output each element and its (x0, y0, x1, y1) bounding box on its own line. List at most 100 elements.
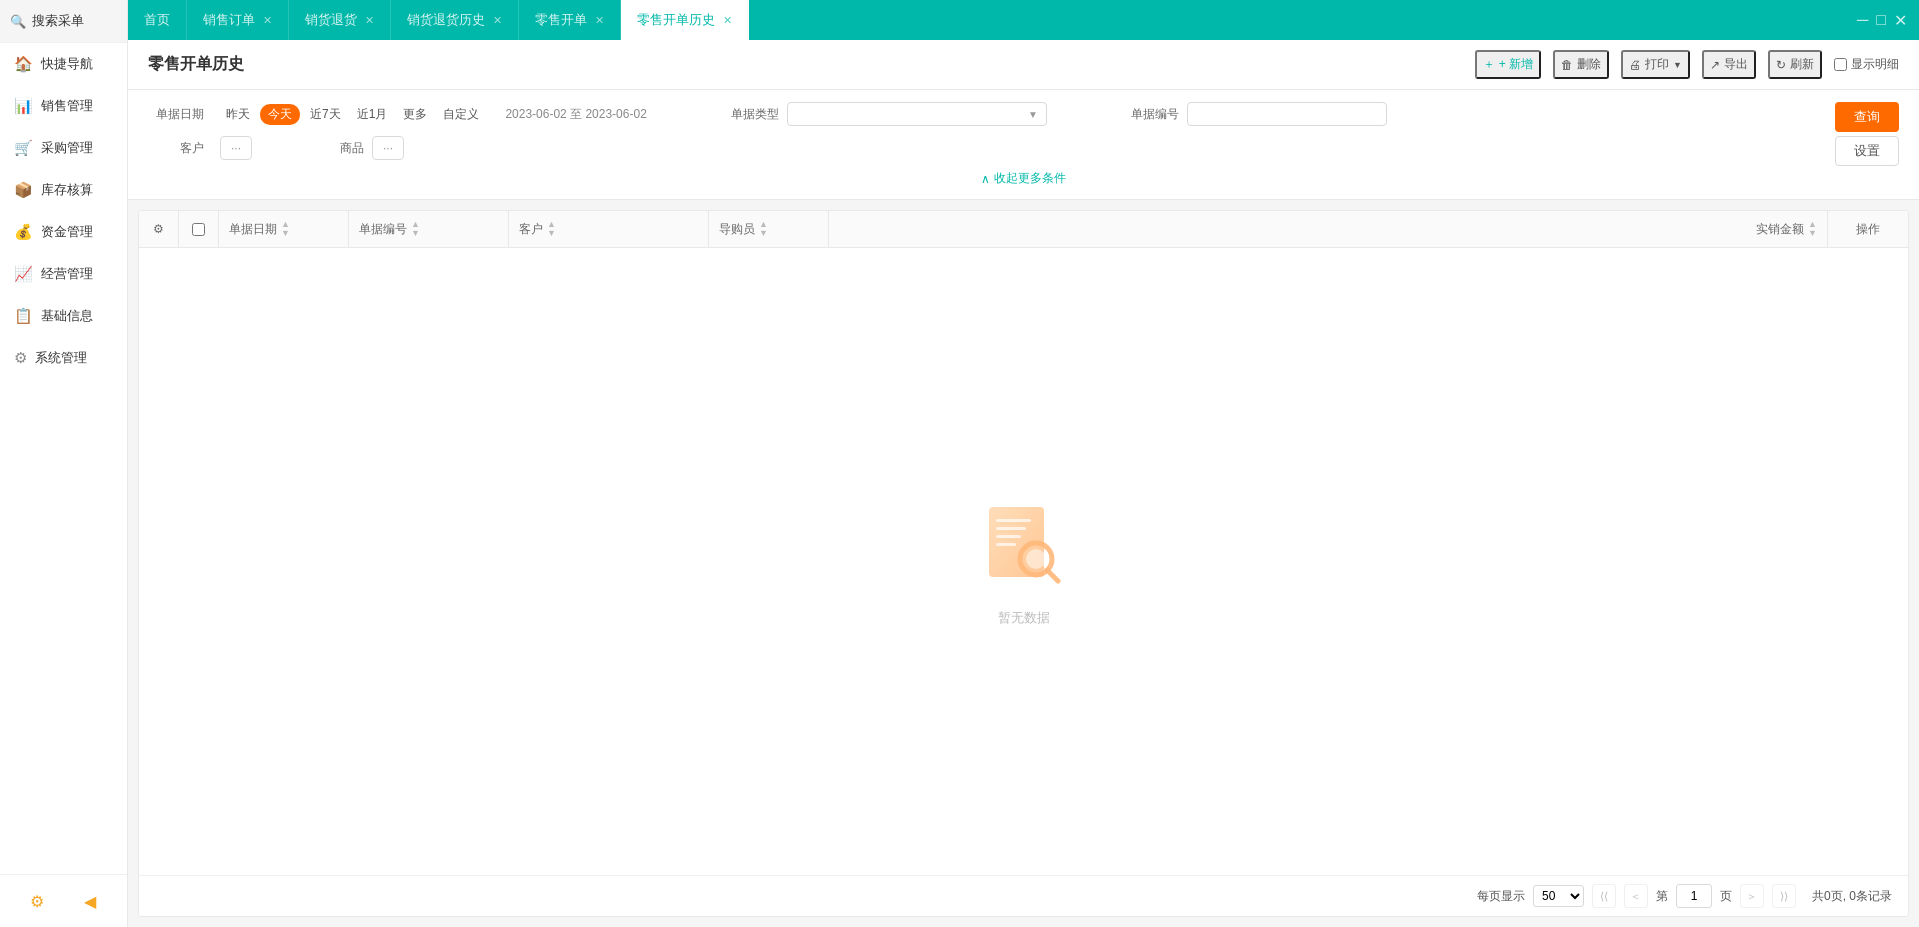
page-next-btn[interactable]: ＞ (1740, 884, 1764, 908)
nav-label-sales: 销售管理 (41, 97, 93, 115)
sidebar-menu: 🏠快捷导航📊销售管理 🛒 采购管理 📦库存核算 💰 资金管理 📈 经营管理 📋基础信息 ⚙ 系统管理 (0, 43, 127, 874)
page-size-label: 每页显示 (1477, 888, 1525, 905)
window-close-btn[interactable]: ✕ (1894, 11, 1907, 30)
tab-sales-return[interactable]: 销货退货 ✕ (289, 0, 391, 40)
tab-sales-return-history[interactable]: 销货退货历史 ✕ (391, 0, 519, 40)
customer-filter-input[interactable]: ··· (220, 136, 252, 160)
main-area: 首页销售订单✕销货退货✕销货退货历史✕零售开单✕零售开单历史✕ ─ □ ✕ 零售… (128, 0, 1919, 927)
refresh-icon: ↻ (1776, 58, 1786, 72)
nav-icon-quick-nav: 🏠 (14, 55, 33, 73)
tab-close-sales-return[interactable]: ✕ (365, 14, 374, 27)
filter-row-date: 单据日期 昨天 今天 近7天 近1月 更多 自定义 2023-06-02 至 2… (148, 102, 1815, 126)
th-settings[interactable]: ⚙ (139, 211, 179, 247)
customer-sort-icon: ▲▼ (547, 220, 556, 238)
th-num[interactable]: 单据编号 ▲▼ (349, 211, 509, 247)
sidebar: 🔍 搜索采单 🏠快捷导航📊销售管理 🛒 采购管理 📦库存核算 💰 资金管理 📈 经营管理 📋基础… (0, 0, 128, 927)
date-more-btn[interactable]: 更多 (397, 104, 433, 125)
add-button[interactable]: ＋ + 新增 (1475, 50, 1541, 79)
svg-rect-1 (996, 519, 1031, 522)
delete-icon: 🗑 (1561, 58, 1573, 72)
type-select[interactable]: 全部 (788, 103, 1046, 125)
window-minimize-btn[interactable]: ─ (1857, 11, 1868, 29)
nav-label-purchase: 采购管理 (41, 139, 93, 157)
goods-filter-input[interactable]: ··· (372, 136, 404, 160)
nav-label-system: 系统管理 (35, 349, 87, 367)
export-icon: ↗ (1710, 58, 1720, 72)
date-yesterday-btn[interactable]: 昨天 (220, 104, 256, 125)
show-detail-checkbox[interactable] (1834, 58, 1847, 71)
th-amount[interactable]: 实销金额 ▲▼ (829, 211, 1828, 247)
date-sort-icon: ▲▼ (281, 220, 290, 238)
sidebar-item-system[interactable]: ⚙ 系统管理 (0, 337, 127, 379)
page-prev-btn[interactable]: ＜ (1624, 884, 1648, 908)
total-label: 共0页, 0条记录 (1812, 888, 1892, 905)
query-button[interactable]: 查询 (1835, 102, 1899, 132)
page-label-end: 页 (1720, 888, 1732, 905)
nav-icon-system: ⚙ (14, 349, 27, 367)
select-all-checkbox[interactable] (192, 223, 205, 236)
date-today-btn[interactable]: 今天 (260, 104, 300, 125)
sidebar-item-purchase[interactable]: 🛒 采购管理 (0, 127, 127, 169)
delete-button[interactable]: 🗑 删除 (1553, 50, 1609, 79)
page-last-btn[interactable]: ⟩⟩ (1772, 884, 1796, 908)
filter-settings-button[interactable]: 设置 (1835, 136, 1899, 166)
th-guide[interactable]: 导购员 ▲▼ (709, 211, 829, 247)
sidebar-item-operations[interactable]: 📈 经营管理 (0, 253, 127, 295)
nav-icon-operations: 📈 (14, 265, 33, 283)
nav-label-operations: 经营管理 (41, 265, 93, 283)
num-filter-input[interactable] (1187, 102, 1387, 126)
type-select-wrap[interactable]: 全部 ▼ (787, 102, 1047, 126)
sidebar-item-quick-nav[interactable]: 🏠快捷导航 (0, 43, 127, 85)
date-7days-btn[interactable]: 近7天 (304, 104, 347, 125)
settings-footer-btn[interactable]: ⚙ (21, 885, 53, 917)
sidebar-item-basic[interactable]: 📋基础信息 (0, 295, 127, 337)
collapse-sidebar-btn[interactable]: ◀ (74, 885, 106, 917)
type-filter-label: 单据类型 (723, 106, 779, 123)
amount-sort-icon: ▲▼ (1808, 220, 1817, 238)
nav-icon-finance: 💰 (14, 223, 33, 241)
tab-home[interactable]: 首页 (128, 0, 187, 40)
guide-sort-icon: ▲▼ (759, 220, 768, 238)
th-date[interactable]: 单据日期 ▲▼ (219, 211, 349, 247)
date-1month-btn[interactable]: 近1月 (351, 104, 394, 125)
export-button[interactable]: ↗ 导出 (1702, 50, 1756, 79)
print-button[interactable]: 🖨 打印 ▼ (1621, 50, 1690, 79)
page-size-select[interactable]: 10 20 50 100 (1533, 885, 1584, 907)
sidebar-footer: ⚙ ◀ (0, 874, 127, 927)
nav-label-finance: 资金管理 (41, 223, 93, 241)
date-custom-btn[interactable]: 自定义 (437, 104, 485, 125)
filter-collapse-btn[interactable]: ∧ 收起更多条件 (148, 170, 1899, 187)
refresh-button[interactable]: ↻ 刷新 (1768, 50, 1822, 79)
window-maximize-btn[interactable]: □ (1876, 11, 1886, 29)
sidebar-search[interactable]: 🔍 搜索采单 (0, 0, 127, 43)
date-buttons: 昨天 今天 近7天 近1月 更多 自定义 (220, 104, 485, 125)
tab-sales-order[interactable]: 销售订单✕ (187, 0, 289, 40)
tab-label-sales-return: 销货退货 (305, 11, 357, 29)
tab-close-retail-open[interactable]: ✕ (595, 14, 604, 27)
page-number-input[interactable]: 1 (1676, 884, 1712, 908)
show-detail-checkbox-label[interactable]: 显示明细 (1834, 56, 1899, 73)
tab-label-home: 首页 (144, 11, 170, 29)
svg-line-7 (1047, 570, 1058, 581)
th-customer[interactable]: 客户 ▲▼ (509, 211, 709, 247)
filter-row-customer: 客户 ··· 商品 ··· (148, 136, 1815, 160)
sidebar-item-sales[interactable]: 📊销售管理 (0, 85, 127, 127)
tab-retail-history[interactable]: 零售开单历史✕ (621, 0, 749, 40)
tab-label-sales-return-history: 销货退货历史 (407, 11, 485, 29)
filter-area: 单据日期 昨天 今天 近7天 近1月 更多 自定义 2023-06-02 至 2… (128, 90, 1919, 200)
tab-close-sales-order[interactable]: ✕ (263, 14, 272, 27)
th-action: 操作 (1828, 211, 1908, 247)
tab-close-retail-history[interactable]: ✕ (723, 14, 732, 27)
page-first-btn[interactable]: ⟨⟨ (1592, 884, 1616, 908)
nav-icon-purchase: 🛒 (14, 139, 33, 157)
sidebar-item-inventory[interactable]: 📦库存核算 (0, 169, 127, 211)
sidebar-search-label: 搜索采单 (32, 12, 84, 30)
th-checkbox[interactable] (179, 211, 219, 247)
svg-rect-2 (996, 527, 1026, 530)
add-icon: ＋ (1483, 56, 1495, 73)
page-title: 零售开单历史 (148, 54, 244, 75)
tab-close-sales-return-history[interactable]: ✕ (493, 14, 502, 27)
empty-text: 暂无数据 (998, 609, 1050, 627)
sidebar-item-finance[interactable]: 💰 资金管理 (0, 211, 127, 253)
tab-retail-open[interactable]: 零售开单✕ (519, 0, 621, 40)
